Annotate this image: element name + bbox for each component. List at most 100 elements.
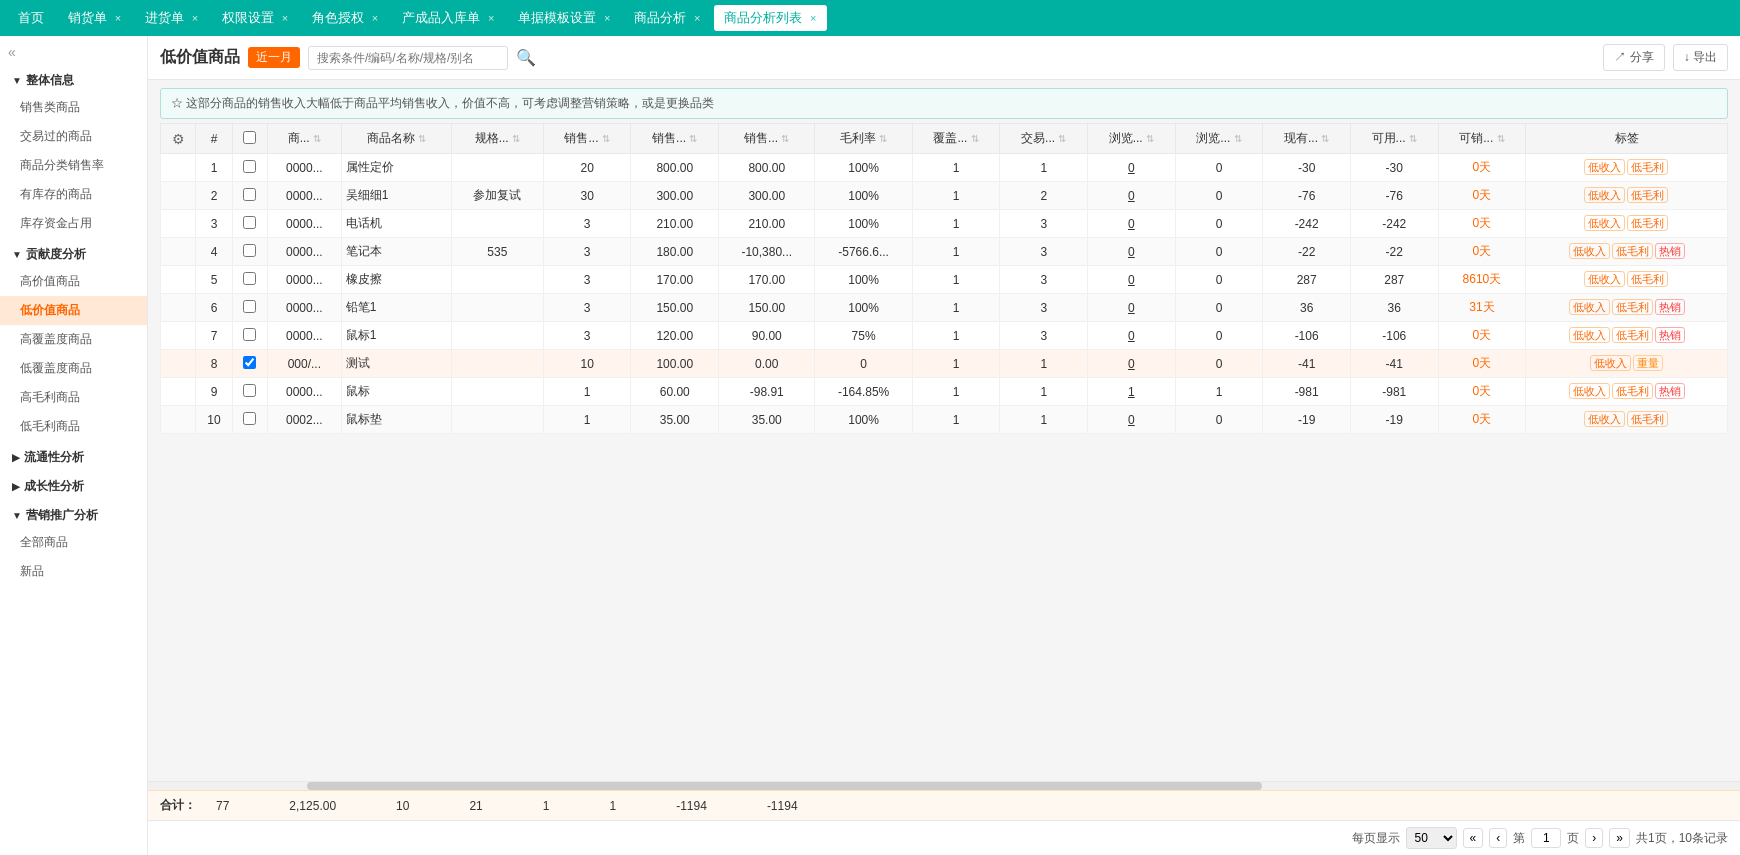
cell-tags: 低收入低毛利	[1526, 406, 1728, 434]
nav-purchase-order[interactable]: 进货单 ×	[135, 5, 208, 31]
nav-product-analysis[interactable]: 商品分析 ×	[624, 5, 710, 31]
cell-num: 5	[196, 266, 232, 294]
page-input[interactable]	[1531, 828, 1561, 848]
cell-qty: 3	[543, 294, 631, 322]
nav-close-sales-order[interactable]: ×	[115, 12, 121, 24]
cell-views1[interactable]: 0	[1088, 350, 1176, 378]
cell-views1[interactable]: 0	[1088, 210, 1176, 238]
sidebar-item-all-products[interactable]: 全部商品	[0, 528, 147, 557]
nav-product-stock[interactable]: 产成品入库单 ×	[392, 5, 504, 31]
cell-views1[interactable]: 0	[1088, 182, 1176, 210]
cell-stock: -106	[1263, 322, 1351, 350]
search-button[interactable]: 🔍	[516, 48, 536, 67]
cell-tags: 低收入低毛利	[1526, 182, 1728, 210]
cell-checkbox[interactable]	[232, 266, 267, 294]
cell-sales1: 300.00	[631, 182, 719, 210]
sidebar-item-sales-products[interactable]: 销售类商品	[0, 93, 147, 122]
per-page-select[interactable]: 50 100 200	[1406, 827, 1457, 849]
cell-sales1: 170.00	[631, 266, 719, 294]
cell-spec	[451, 406, 543, 434]
sidebar-item-new-products[interactable]: 新品	[0, 557, 147, 586]
nav-close-role-auth[interactable]: ×	[372, 12, 378, 24]
cell-checkbox[interactable]	[232, 182, 267, 210]
prev-page-btn[interactable]: ‹	[1489, 828, 1507, 848]
cell-views1[interactable]: 0	[1088, 154, 1176, 182]
cell-code: 0000...	[267, 378, 341, 406]
nav-close-permissions[interactable]: ×	[282, 12, 288, 24]
col-gear[interactable]: ⚙	[161, 124, 196, 154]
period-button[interactable]: 近一月	[248, 47, 300, 68]
sidebar-item-traded-products[interactable]: 交易过的商品	[0, 122, 147, 151]
cell-views1[interactable]: 0	[1088, 294, 1176, 322]
nav-role-auth[interactable]: 角色授权 ×	[302, 5, 388, 31]
sidebar-group-contribution[interactable]: ▼贡献度分析	[0, 238, 147, 267]
nav-close-template[interactable]: ×	[604, 12, 610, 24]
cell-checkbox[interactable]	[232, 406, 267, 434]
cell-num: 8	[196, 350, 232, 378]
cell-avail: -22	[1350, 238, 1438, 266]
cell-views1[interactable]: 0	[1088, 406, 1176, 434]
export-button[interactable]: ↓ 导出	[1673, 44, 1728, 71]
cell-checkbox[interactable]	[232, 378, 267, 406]
nav-home[interactable]: 首页	[8, 5, 54, 31]
sidebar-item-high-margin[interactable]: 高毛利商品	[0, 383, 147, 412]
cell-days: 0天	[1438, 238, 1526, 266]
nav-sales-order[interactable]: 销货单 ×	[58, 5, 131, 31]
next-page-btn[interactable]: ›	[1585, 828, 1603, 848]
cell-checkbox[interactable]	[232, 350, 267, 378]
sidebar-group-growth[interactable]: ▶成长性分析	[0, 470, 147, 499]
sidebar-item-low-coverage[interactable]: 低覆盖度商品	[0, 354, 147, 383]
table-row: 1 0000... 属性定价 20 800.00 800.00 100% 1 1…	[161, 154, 1728, 182]
nav-product-analysis-list[interactable]: 商品分析列表 ×	[714, 5, 826, 31]
sidebar-group-marketing[interactable]: ▼营销推广分析	[0, 499, 147, 528]
nav-permissions[interactable]: 权限设置 ×	[212, 5, 298, 31]
sidebar-item-capital-occupation[interactable]: 库存资金占用	[0, 209, 147, 238]
sidebar-collapse-btn[interactable]: «	[8, 44, 16, 60]
cell-spec	[451, 210, 543, 238]
scrollbar-area[interactable]	[148, 782, 1740, 790]
sidebar-group-overall[interactable]: ▼整体信息	[0, 64, 147, 93]
cell-checkbox[interactable]	[232, 210, 267, 238]
search-input[interactable]	[308, 46, 508, 70]
sidebar-group-liquidity[interactable]: ▶流通性分析	[0, 441, 147, 470]
sidebar-item-stocked-products[interactable]: 有库存的商品	[0, 180, 147, 209]
cell-views1[interactable]: 0	[1088, 322, 1176, 350]
tag-low-income: 低收入	[1584, 411, 1625, 427]
share-button[interactable]: ↗ 分享	[1603, 44, 1664, 71]
cell-sales1: 100.00	[631, 350, 719, 378]
cell-trade: 3	[1000, 294, 1088, 322]
nav-template[interactable]: 单据模板设置 ×	[508, 5, 620, 31]
nav-close-product-analysis-list[interactable]: ×	[810, 12, 816, 24]
col-trade: 交易... ⇅	[1000, 124, 1088, 154]
cell-views1[interactable]: 0	[1088, 266, 1176, 294]
sidebar-item-high-value[interactable]: 高价值商品	[0, 267, 147, 296]
cell-gear	[161, 266, 196, 294]
cell-checkbox[interactable]	[232, 238, 267, 266]
cell-code: 0000...	[267, 182, 341, 210]
col-checkbox[interactable]	[232, 124, 267, 154]
cell-views1[interactable]: 0	[1088, 238, 1176, 266]
cell-views1[interactable]: 1	[1088, 378, 1176, 406]
cell-spec	[451, 154, 543, 182]
cell-checkbox[interactable]	[232, 154, 267, 182]
cell-code: 0000...	[267, 210, 341, 238]
sidebar-item-category-rate[interactable]: 商品分类销售率	[0, 151, 147, 180]
cell-sales2: 90.00	[719, 322, 815, 350]
top-nav: 首页 销货单 × 进货单 × 权限设置 × 角色授权 × 产成品入库单 × 单据…	[0, 0, 1740, 36]
sidebar-item-low-value[interactable]: 低价值商品	[0, 296, 147, 325]
col-coverage: 覆盖... ⇅	[912, 124, 1000, 154]
cell-checkbox[interactable]	[232, 322, 267, 350]
cell-sales2: -10,380...	[719, 238, 815, 266]
nav-close-product-analysis[interactable]: ×	[694, 12, 700, 24]
total-views: 1	[543, 799, 550, 813]
table-body: 1 0000... 属性定价 20 800.00 800.00 100% 1 1…	[161, 154, 1728, 434]
cell-spec	[451, 294, 543, 322]
sidebar-item-low-margin[interactable]: 低毛利商品	[0, 412, 147, 441]
cell-checkbox[interactable]	[232, 294, 267, 322]
sidebar-item-high-coverage[interactable]: 高覆盖度商品	[0, 325, 147, 354]
nav-close-purchase-order[interactable]: ×	[192, 12, 198, 24]
first-page-btn[interactable]: «	[1463, 828, 1484, 848]
last-page-btn[interactable]: »	[1609, 828, 1630, 848]
cell-sales1: 60.00	[631, 378, 719, 406]
nav-close-product-stock[interactable]: ×	[488, 12, 494, 24]
